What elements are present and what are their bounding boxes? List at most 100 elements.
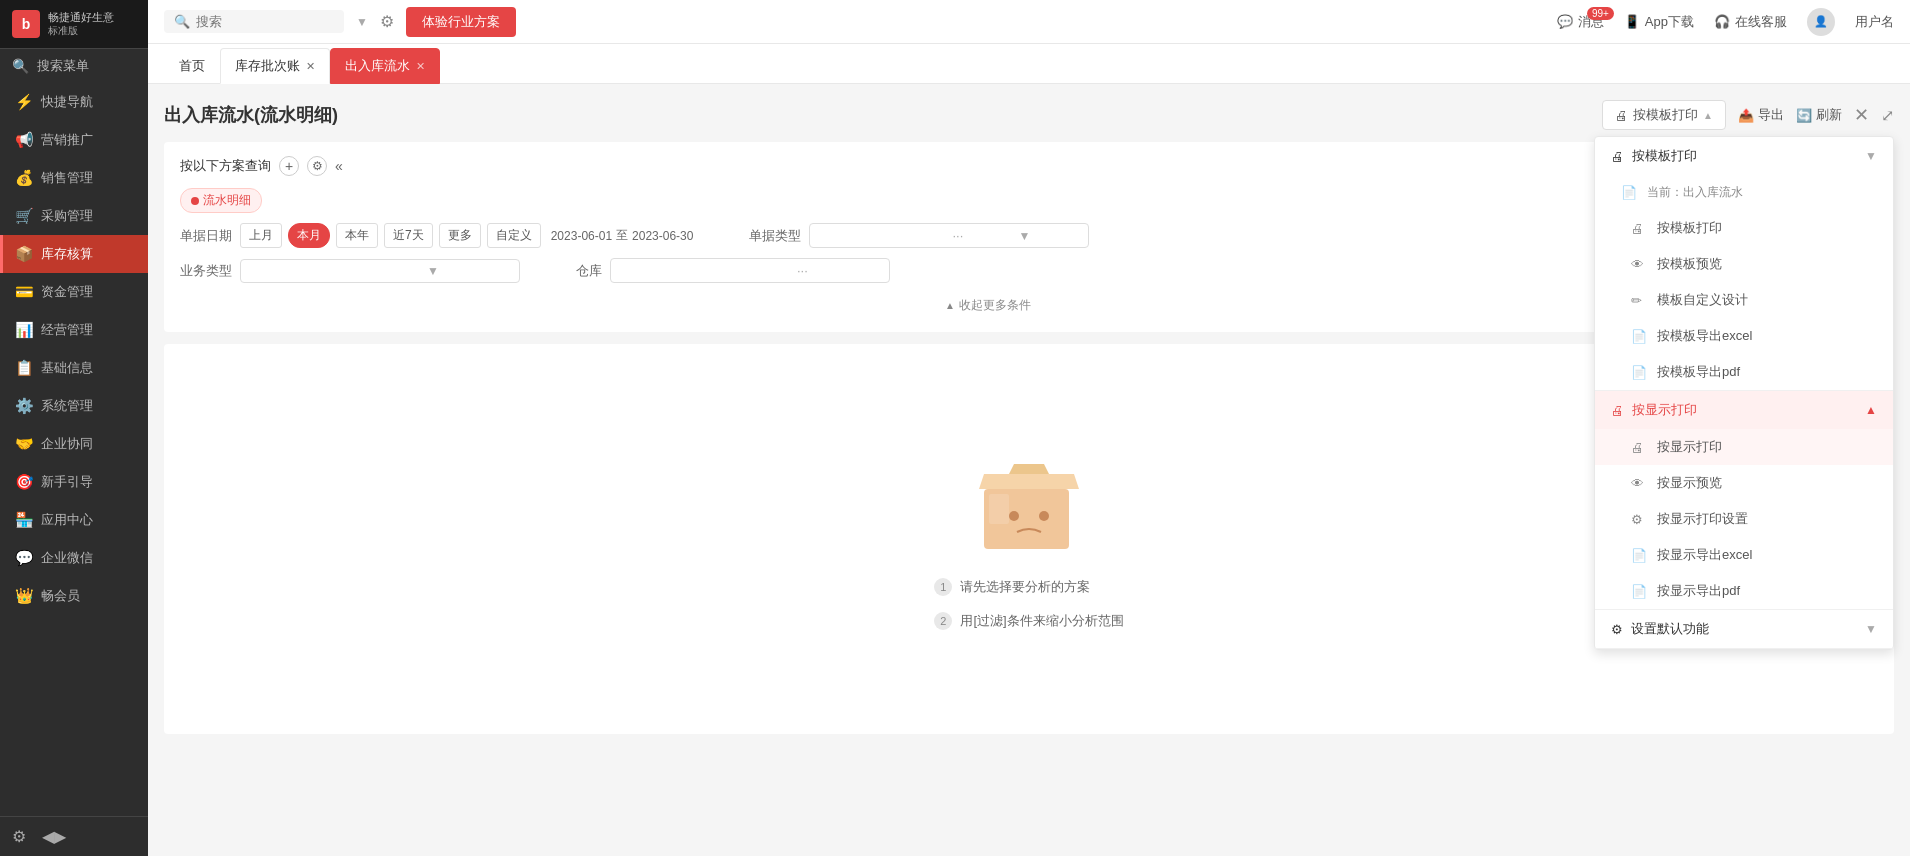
- print-button[interactable]: 🖨 按模板打印 ▲: [1602, 100, 1726, 130]
- main-content: 🔍 ▼ ⚙ 体验行业方案 💬 消息 99+ 📱 App下载 🎧 在线客服 👤 用: [148, 0, 1910, 856]
- export-button[interactable]: 导出: [1758, 106, 1784, 124]
- sidebar-item-cooperation[interactable]: 🤝 企业协同: [0, 425, 148, 463]
- topbar-search-input[interactable]: [196, 14, 316, 29]
- sidebar-item-guide[interactable]: 🎯 新手引导: [0, 463, 148, 501]
- empty-step1-text: 请先选择要分析的方案: [960, 574, 1090, 600]
- topbar-dropdown-arrow[interactable]: ▼: [356, 15, 368, 29]
- page-header: 出入库流水(流水明细) 🖨 按模板打印 ▲ 📤 导出 🔄 刷新: [164, 100, 1894, 130]
- online-service-button[interactable]: 🎧 在线客服: [1714, 13, 1787, 31]
- user-avatar[interactable]: 👤: [1807, 8, 1835, 36]
- topbar: 🔍 ▼ ⚙ 体验行业方案 💬 消息 99+ 📱 App下载 🎧 在线客服 👤 用: [148, 0, 1910, 44]
- last-7days-button[interactable]: 近7天: [384, 223, 433, 248]
- current-template-icon: 📄: [1621, 185, 1637, 200]
- empty-step2-text: 用[过滤]条件来缩小分析范围: [960, 608, 1123, 634]
- collapse-sidebar-icon[interactable]: ◀▶: [42, 827, 66, 846]
- more-date-button[interactable]: 更多: [439, 223, 481, 248]
- sidebar-item-wechat[interactable]: 💬 企业微信: [0, 539, 148, 577]
- sidebar-item-member[interactable]: 👑 畅会员: [0, 577, 148, 615]
- sidebar-nav: ⚡ 快捷导航 📢 营销推广 💰 销售管理 🛒 采购管理 📦 库存核算 💳 资金管…: [0, 83, 148, 816]
- template-design-icon: ✏: [1631, 293, 1647, 308]
- collapse-more-button[interactable]: ▲ 收起更多条件: [180, 293, 1796, 318]
- tab-flow-close-icon[interactable]: ✕: [416, 60, 425, 73]
- svg-point-3: [1009, 511, 1019, 521]
- sidebar-item-purchase[interactable]: 🛒 采购管理: [0, 197, 148, 235]
- doc-type-field-label: 单据类型: [749, 227, 801, 245]
- template-design-item[interactable]: ✏ 模板自定义设计: [1595, 282, 1893, 318]
- filter-settings-button[interactable]: ⚙: [307, 156, 327, 176]
- tab-home-label: 首页: [179, 57, 205, 75]
- template-export-pdf-item[interactable]: 📄 按模板导出pdf: [1595, 354, 1893, 390]
- template-preview-item[interactable]: 👁 按模板预览: [1595, 246, 1893, 282]
- doc-type-more-icon[interactable]: ···: [952, 228, 1012, 243]
- tab-home[interactable]: 首页: [164, 48, 220, 83]
- filter-add-button[interactable]: +: [279, 156, 299, 176]
- sidebar-item-label: 销售管理: [41, 169, 93, 187]
- warehouse-more-icon[interactable]: ···: [797, 263, 879, 278]
- filter-collapse-button[interactable]: «: [335, 158, 343, 174]
- sidebar-item-shortcut[interactable]: ⚡ 快捷导航: [0, 83, 148, 121]
- sidebar-item-appcenter[interactable]: 🏪 应用中心: [0, 501, 148, 539]
- sidebar-item-finance[interactable]: 💳 资金管理: [0, 273, 148, 311]
- topbar-right-actions: 💬 消息 99+ 📱 App下载 🎧 在线客服 👤 用户名: [1557, 8, 1894, 36]
- app-download-button[interactable]: 📱 App下载: [1624, 13, 1694, 31]
- sidebar-item-basic[interactable]: 📋 基础信息: [0, 349, 148, 387]
- template-section-arrow-icon: ▼: [1865, 149, 1877, 163]
- refresh-button[interactable]: 刷新: [1816, 106, 1842, 124]
- sidebar-item-label: 采购管理: [41, 207, 93, 225]
- settings-icon[interactable]: ⚙: [12, 827, 26, 846]
- warehouse-label: 仓库: [576, 262, 602, 280]
- empty-box-svg: [969, 444, 1089, 554]
- sidebar-item-label: 资金管理: [41, 283, 93, 301]
- display-print-header[interactable]: 🖨 按显示打印 ▲: [1595, 391, 1893, 429]
- sidebar-item-label: 企业微信: [41, 549, 93, 567]
- expand-page-icon[interactable]: ⤢: [1881, 106, 1894, 125]
- last-month-button[interactable]: 上月: [240, 223, 282, 248]
- display-export-pdf-item[interactable]: 📄 按显示导出pdf: [1595, 573, 1893, 609]
- tab-batch[interactable]: 库存批次账 ✕: [220, 48, 330, 84]
- default-function-header[interactable]: ⚙ 设置默认功能 ▼: [1595, 610, 1893, 648]
- sidebar-item-inventory[interactable]: 📦 库存核算: [0, 235, 148, 273]
- template-print-item[interactable]: 🖨 按模板打印: [1595, 210, 1893, 246]
- page-content: 出入库流水(流水明细) 🖨 按模板打印 ▲ 📤 导出 🔄 刷新: [148, 84, 1910, 856]
- template-export-excel-item[interactable]: 📄 按模板导出excel: [1595, 318, 1893, 354]
- finance-icon: 💳: [15, 283, 33, 301]
- warehouse-select[interactable]: ···: [610, 258, 890, 283]
- topbar-search-box[interactable]: 🔍: [164, 10, 344, 33]
- template-print-section-label: 🖨 按模板打印: [1611, 147, 1697, 165]
- business-type-select[interactable]: ▼: [240, 259, 520, 283]
- display-section-arrow-icon: ▲: [1865, 403, 1877, 417]
- tab-batch-close-icon[interactable]: ✕: [306, 60, 315, 73]
- doc-type-select[interactable]: ··· ▼: [809, 223, 1089, 248]
- sidebar-logo: b 畅捷通好生意 标准版: [0, 0, 148, 49]
- tab-flow[interactable]: 出入库流水 ✕: [330, 48, 440, 84]
- current-month-button[interactable]: 本月: [288, 223, 330, 248]
- display-print-item[interactable]: 🖨 按显示打印: [1595, 429, 1893, 465]
- refresh-icon: 🔄: [1796, 108, 1812, 123]
- appcenter-icon: 🏪: [15, 511, 33, 529]
- sidebar-item-label: 营销推广: [41, 131, 93, 149]
- current-year-button[interactable]: 本年: [336, 223, 378, 248]
- tab-batch-label: 库存批次账: [235, 57, 300, 75]
- date-field-label: 单据日期: [180, 227, 232, 245]
- sidebar-item-sales[interactable]: 💰 销售管理: [0, 159, 148, 197]
- sidebar-item-operation[interactable]: 📊 经营管理: [0, 311, 148, 349]
- sidebar-item-marketing[interactable]: 📢 营销推广: [0, 121, 148, 159]
- sidebar-item-system[interactable]: ⚙️ 系统管理: [0, 387, 148, 425]
- display-settings-icon: ⚙: [1631, 512, 1647, 527]
- collapse-label: 收起更多条件: [959, 297, 1031, 314]
- topbar-gear-icon[interactable]: ⚙: [380, 12, 394, 31]
- close-page-icon[interactable]: ✕: [1854, 104, 1869, 126]
- search-menu-item[interactable]: 🔍 搜索菜单: [0, 49, 148, 83]
- export-icon: 📤: [1738, 108, 1754, 123]
- template-print-header[interactable]: 🖨 按模板打印 ▼: [1595, 137, 1893, 175]
- filter-tag-label: 流水明细: [203, 192, 251, 209]
- sales-icon: 💰: [15, 169, 33, 187]
- display-export-excel-item[interactable]: 📄 按显示导出excel: [1595, 537, 1893, 573]
- industry-solution-button[interactable]: 体验行业方案: [406, 7, 516, 37]
- marketing-icon: 📢: [15, 131, 33, 149]
- message-button[interactable]: 💬 消息 99+: [1557, 13, 1604, 31]
- custom-date-button[interactable]: 自定义: [487, 223, 541, 248]
- display-print-settings-item[interactable]: ⚙ 按显示打印设置: [1595, 501, 1893, 537]
- display-preview-item[interactable]: 👁 按显示预览: [1595, 465, 1893, 501]
- guide-icon: 🎯: [15, 473, 33, 491]
